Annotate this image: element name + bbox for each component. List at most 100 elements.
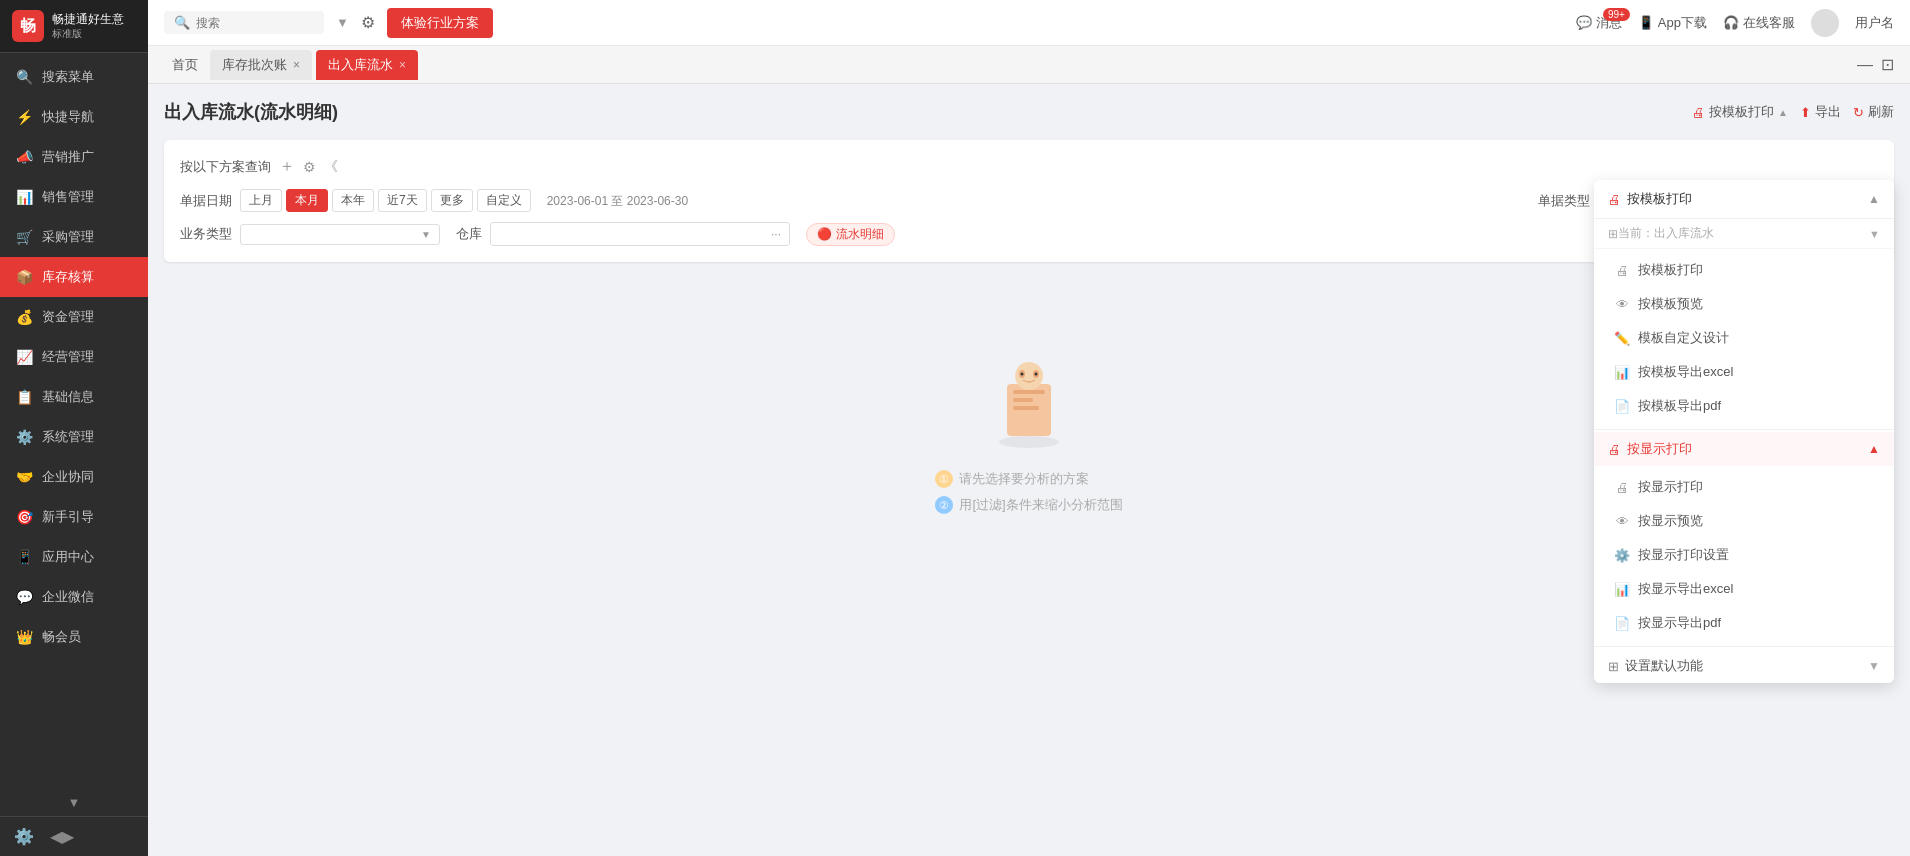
template-preview-item[interactable]: 👁 按模板预览 — [1594, 287, 1894, 321]
display-print-item[interactable]: 🖨 按显示打印 — [1594, 470, 1894, 504]
empty-hint-1: ① 请先选择要分析的方案 — [935, 470, 1122, 488]
sidebar-bottom: ⚙️ ◀▶ — [0, 816, 148, 856]
template-preview-item-icon: 👁 — [1614, 296, 1630, 312]
refresh-icon: ↻ — [1853, 105, 1864, 120]
sidebar-item-search[interactable]: 🔍 搜索菜单 — [0, 57, 148, 97]
dropdown-divider-2 — [1594, 646, 1894, 647]
sidebar-item-purchase[interactable]: 🛒 采购管理 — [0, 217, 148, 257]
warehouse-more-icon[interactable]: ··· — [771, 227, 781, 241]
tab-close-flow[interactable]: × — [399, 58, 406, 72]
collapse-sidebar-icon[interactable]: ◀▶ — [50, 827, 74, 846]
display-section-arrow-icon[interactable]: ▲ — [1868, 442, 1880, 456]
svg-point-8 — [1021, 373, 1024, 376]
operations-icon: 📈 — [14, 347, 34, 367]
template-export-excel-item[interactable]: 📊 按模板导出excel — [1594, 355, 1894, 389]
sidebar-scroll-down[interactable]: ▼ — [0, 789, 148, 816]
filter-add-btn[interactable]: ＋ — [279, 156, 295, 177]
date-btn-this-year[interactable]: 本年 — [332, 189, 374, 212]
sidebar-item-system[interactable]: ⚙️ 系统管理 — [0, 417, 148, 457]
username-label[interactable]: 用户名 — [1855, 14, 1894, 32]
dropdown-panel: 🖨 按模板打印 ▲ ⊞ 当前：出入库流水 ▼ 🖨 按模板打印 👁 按模 — [1594, 180, 1894, 683]
warehouse-select[interactable]: ··· — [490, 222, 790, 246]
display-settings-item-label: 按显示打印设置 — [1638, 546, 1729, 564]
sidebar-item-wechat[interactable]: 💬 企业微信 — [0, 577, 148, 617]
date-filter: 单据日期 上月 本月 本年 近7天 更多 自定义 — [180, 189, 531, 212]
sidebar-item-basic-info[interactable]: 📋 基础信息 — [0, 377, 148, 417]
sidebar-item-operations[interactable]: 📈 经营管理 — [0, 337, 148, 377]
sidebar-item-quick-nav[interactable]: ⚡ 快捷导航 — [0, 97, 148, 137]
sidebar-item-app-center[interactable]: 📱 应用中心 — [0, 537, 148, 577]
online-service-btn[interactable]: 🎧 在线客服 — [1723, 14, 1795, 32]
sidebar-item-marketing[interactable]: 📣 营销推广 — [0, 137, 148, 177]
message-btn[interactable]: 💬 消息 99+ — [1576, 14, 1622, 32]
dropdown-title: 🖨 按模板打印 — [1608, 190, 1692, 208]
sidebar-item-finance[interactable]: 💰 资金管理 — [0, 297, 148, 337]
biz-type-select[interactable]: ▼ — [240, 224, 440, 245]
filter-collapse-icon[interactable]: 《 — [324, 158, 338, 176]
tab-minimize-btn[interactable]: — — [1857, 56, 1873, 74]
sidebar-item-label: 基础信息 — [42, 388, 94, 406]
print-chevron-icon: ▲ — [1778, 107, 1788, 118]
date-btn-custom[interactable]: 自定义 — [477, 189, 531, 212]
tab-batch-account[interactable]: 库存批次账 × — [210, 50, 312, 80]
trial-btn[interactable]: 体验行业方案 — [387, 8, 493, 38]
svg-point-0 — [999, 436, 1059, 448]
template-design-item[interactable]: ✏️ 模板自定义设计 — [1594, 321, 1894, 355]
tag-icon: 🔴 — [817, 227, 832, 241]
sidebar-item-sales[interactable]: 📊 销售管理 — [0, 177, 148, 217]
dropdown-current-icon: ⊞ — [1608, 227, 1618, 241]
tab-restore-btn[interactable]: ⊡ — [1881, 55, 1894, 74]
app-download-btn[interactable]: 📱 App下载 — [1638, 14, 1707, 32]
display-export-excel-item[interactable]: 📊 按显示导出excel — [1594, 572, 1894, 606]
export-btn[interactable]: ⬆ 导出 — [1800, 103, 1841, 121]
display-export-excel-label: 按显示导出excel — [1638, 580, 1733, 598]
settings-default-item[interactable]: ⊞ 设置默认功能 ▼ — [1594, 649, 1894, 683]
filter-settings-btn[interactable]: ⚙ — [303, 159, 316, 175]
template-print-item[interactable]: 🖨 按模板打印 — [1594, 253, 1894, 287]
sales-icon: 📊 — [14, 187, 34, 207]
settings-default-arrow-icon: ▼ — [1868, 659, 1880, 673]
page-content: 出入库流水(流水明细) 🖨 按模板打印 ▲ ⬆ 导出 ↻ 刷新 — [148, 84, 1910, 856]
sidebar-item-inventory[interactable]: 📦 库存核算 — [0, 257, 148, 297]
tab-home[interactable]: 首页 — [164, 50, 206, 80]
svg-rect-2 — [1013, 390, 1045, 394]
template-print-btn[interactable]: 🖨 按模板打印 ▲ — [1692, 103, 1788, 121]
svg-rect-3 — [1013, 398, 1033, 402]
template-design-item-icon: ✏️ — [1614, 330, 1630, 346]
date-btn-this-month[interactable]: 本月 — [286, 189, 328, 212]
display-print-item-label: 按显示打印 — [1638, 478, 1703, 496]
sidebar-item-guide[interactable]: 🎯 新手引导 — [0, 497, 148, 537]
search-nav-icon: 🔍 — [14, 67, 34, 87]
tab-flow[interactable]: 出入库流水 × — [316, 50, 418, 80]
display-preview-item[interactable]: 👁 按显示预览 — [1594, 504, 1894, 538]
template-export-pdf-item[interactable]: 📄 按模板导出pdf — [1594, 389, 1894, 423]
tab-bar-right: — ⊡ — [1857, 55, 1894, 74]
dropdown-close-btn[interactable]: ▲ — [1868, 192, 1880, 206]
sidebar-item-vip[interactable]: 👑 畅会员 — [0, 617, 148, 657]
quick-nav-icon: ⚡ — [14, 107, 34, 127]
search-chevron-icon[interactable]: ▼ — [336, 15, 349, 30]
flow-detail-tag[interactable]: 🔴 流水明细 — [806, 223, 895, 246]
user-avatar[interactable] — [1811, 9, 1839, 37]
refresh-btn[interactable]: ↻ 刷新 — [1853, 103, 1894, 121]
sidebar-item-cooperation[interactable]: 🤝 企业协同 — [0, 457, 148, 497]
date-btn-7days[interactable]: 近7天 — [378, 189, 427, 212]
settings-default-label: 设置默认功能 — [1625, 657, 1703, 675]
dropdown-current-label: ⊞ 当前：出入库流水 ▼ — [1594, 219, 1894, 249]
template-export-excel-icon: 📊 — [1614, 364, 1630, 380]
header-search-box[interactable]: 🔍 — [164, 11, 324, 34]
search-input[interactable] — [196, 16, 276, 30]
settings-bottom-icon[interactable]: ⚙️ — [14, 827, 34, 846]
empty-hints: ① 请先选择要分析的方案 ② 用[过滤]条件来缩小分析范围 — [935, 470, 1122, 514]
display-print-settings-item[interactable]: ⚙️ 按显示打印设置 — [1594, 538, 1894, 572]
filter-header: 按以下方案查询 ＋ ⚙ 《 — [180, 156, 1878, 177]
header-gear-icon[interactable]: ⚙ — [361, 13, 375, 32]
date-btn-last-month[interactable]: 上月 — [240, 189, 282, 212]
display-export-pdf-item[interactable]: 📄 按显示导出pdf — [1594, 606, 1894, 640]
tab-close-batch[interactable]: × — [293, 58, 300, 72]
date-btn-more[interactable]: 更多 — [431, 189, 473, 212]
sidebar-item-label: 企业微信 — [42, 588, 94, 606]
dropdown-header: 🖨 按模板打印 ▲ — [1594, 180, 1894, 219]
app-center-icon: 📱 — [14, 547, 34, 567]
system-icon: ⚙️ — [14, 427, 34, 447]
